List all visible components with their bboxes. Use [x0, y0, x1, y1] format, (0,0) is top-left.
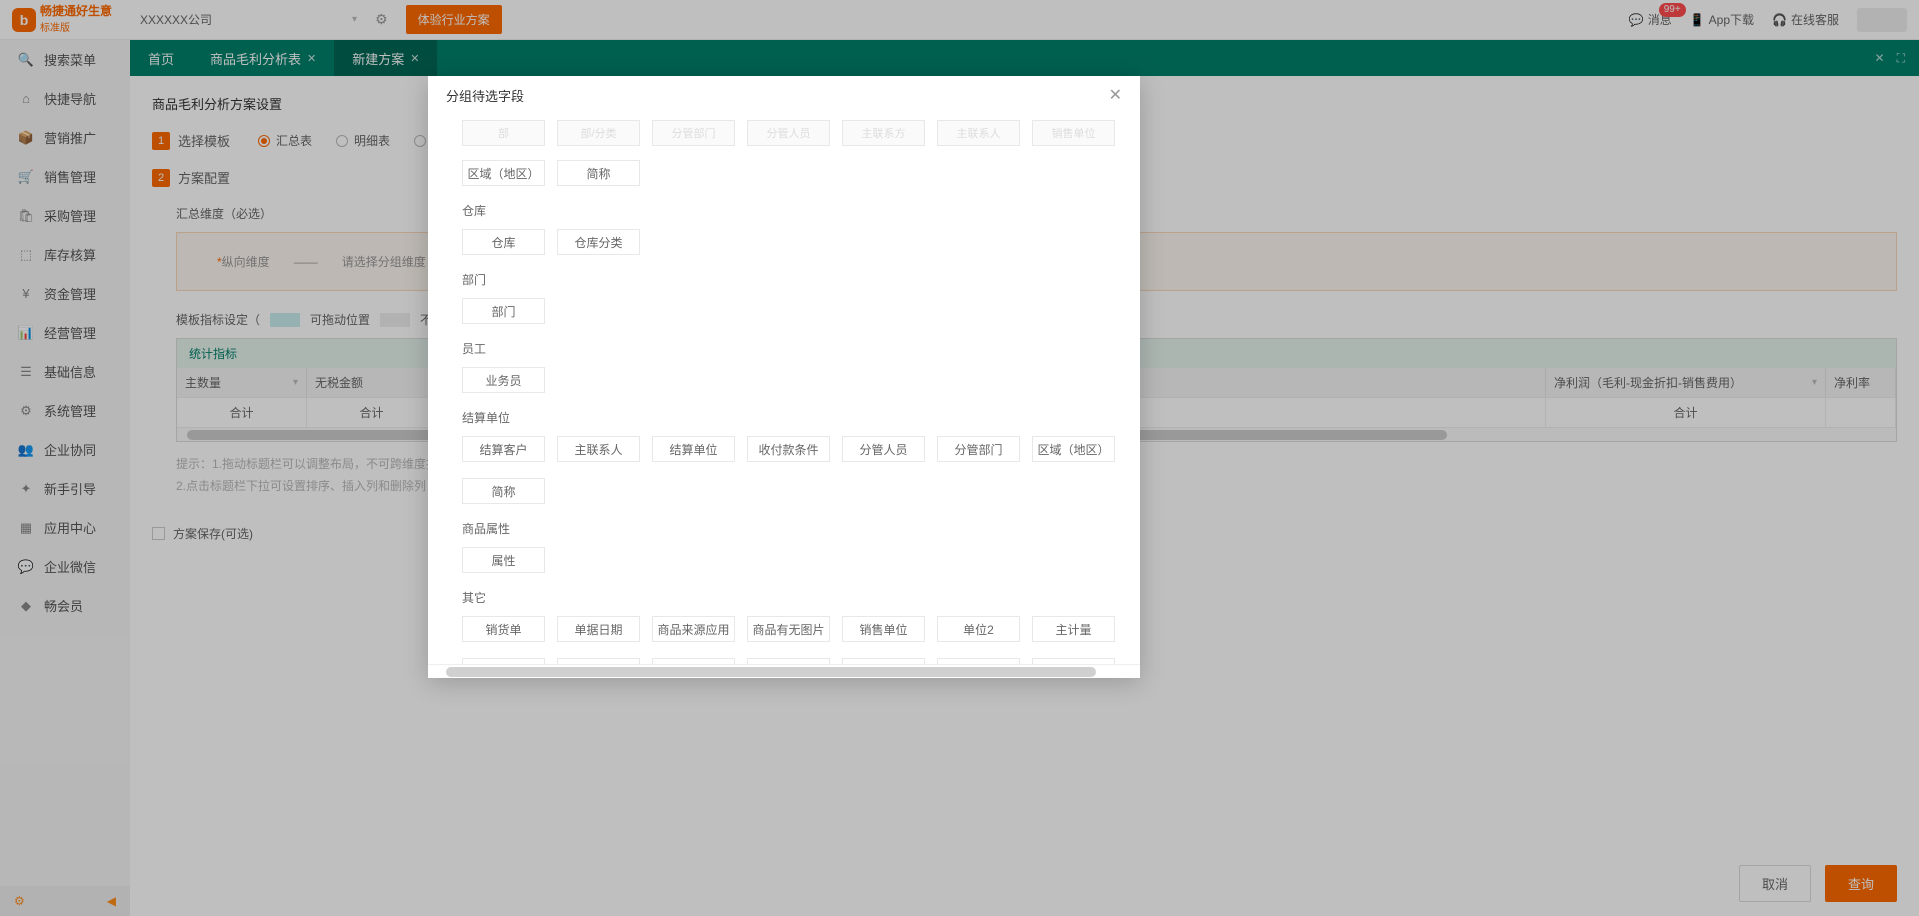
field-chip[interactable]: 业务员	[462, 367, 545, 393]
group-other: 其它	[462, 589, 1122, 606]
field-chip[interactable]: 销货单	[462, 616, 545, 642]
field-chip[interactable]: 结算客户	[462, 436, 545, 462]
field-chip[interactable]: 仓库分类	[557, 229, 640, 255]
field-chip[interactable]: 分管部门	[937, 436, 1020, 462]
field-chip[interactable]: 商品有无图片	[747, 616, 830, 642]
field-chip[interactable]: 销售单位	[842, 616, 925, 642]
field-row: 结算客户 主联系人 结算单位 收付款条件 分管人员 分管部门 区域（地区）	[462, 436, 1122, 462]
field-picker-modal: 分组待选字段 ✕ 部 部/分类 分管部门 分管人员 主联系方 主联系人 销售单位…	[428, 76, 1140, 678]
field-row: 仓库 仓库分类	[462, 229, 1122, 255]
field-chip[interactable]: 简称	[462, 478, 545, 504]
field-row: 业务员	[462, 367, 1122, 393]
modal-body[interactable]: 部 部/分类 分管部门 分管人员 主联系方 主联系人 销售单位 区域（地区） 简…	[428, 114, 1140, 664]
field-chip[interactable]: 销售单位	[1032, 120, 1115, 146]
field-chip[interactable]: 结算单位	[652, 436, 735, 462]
field-chip[interactable]: 单据日期	[557, 616, 640, 642]
field-chip[interactable]: 商品来源应用	[652, 616, 735, 642]
field-chip[interactable]: 主联系方	[842, 120, 925, 146]
field-row: 简称	[462, 478, 1122, 504]
group-dept: 部门	[462, 271, 1122, 288]
group-product-attr: 商品属性	[462, 520, 1122, 537]
field-chip[interactable]: 仓库	[462, 229, 545, 255]
group-warehouse: 仓库	[462, 202, 1122, 219]
field-chip[interactable]: 主计量	[1032, 616, 1115, 642]
peek-row: 部 部/分类 分管部门 分管人员 主联系方 主联系人 销售单位	[462, 120, 1122, 146]
field-chip[interactable]: 简称	[557, 160, 640, 186]
field-row: 销货单 单据日期 商品来源应用 商品有无图片 销售单位 单位2 主计量	[462, 616, 1122, 642]
field-chip[interactable]: 区域（地区）	[462, 160, 545, 186]
group-settlement: 结算单位	[462, 409, 1122, 426]
modal-hscroll[interactable]	[428, 664, 1140, 678]
field-chip[interactable]: 收付款条件	[747, 436, 830, 462]
field-chip[interactable]: 主联系人	[937, 120, 1020, 146]
field-chip[interactable]: 区域（地区）	[1032, 436, 1115, 462]
field-chip[interactable]: 部/分类	[557, 120, 640, 146]
group-staff: 员工	[462, 340, 1122, 357]
modal-header: 分组待选字段 ✕	[428, 76, 1140, 114]
field-chip[interactable]: 分管部门	[652, 120, 735, 146]
field-row: 部门	[462, 298, 1122, 324]
field-row: 属性	[462, 547, 1122, 573]
field-chip[interactable]: 部门	[462, 298, 545, 324]
field-chip[interactable]: 分管人员	[842, 436, 925, 462]
field-chip[interactable]: 单位2	[937, 616, 1020, 642]
field-chip[interactable]: 部	[462, 120, 545, 146]
field-row: 区域（地区） 简称	[462, 160, 1122, 186]
modal-title: 分组待选字段	[446, 86, 524, 105]
field-chip[interactable]: 分管人员	[747, 120, 830, 146]
field-chip[interactable]: 主联系人	[557, 436, 640, 462]
close-icon[interactable]: ✕	[1109, 85, 1122, 105]
field-chip[interactable]: 属性	[462, 547, 545, 573]
